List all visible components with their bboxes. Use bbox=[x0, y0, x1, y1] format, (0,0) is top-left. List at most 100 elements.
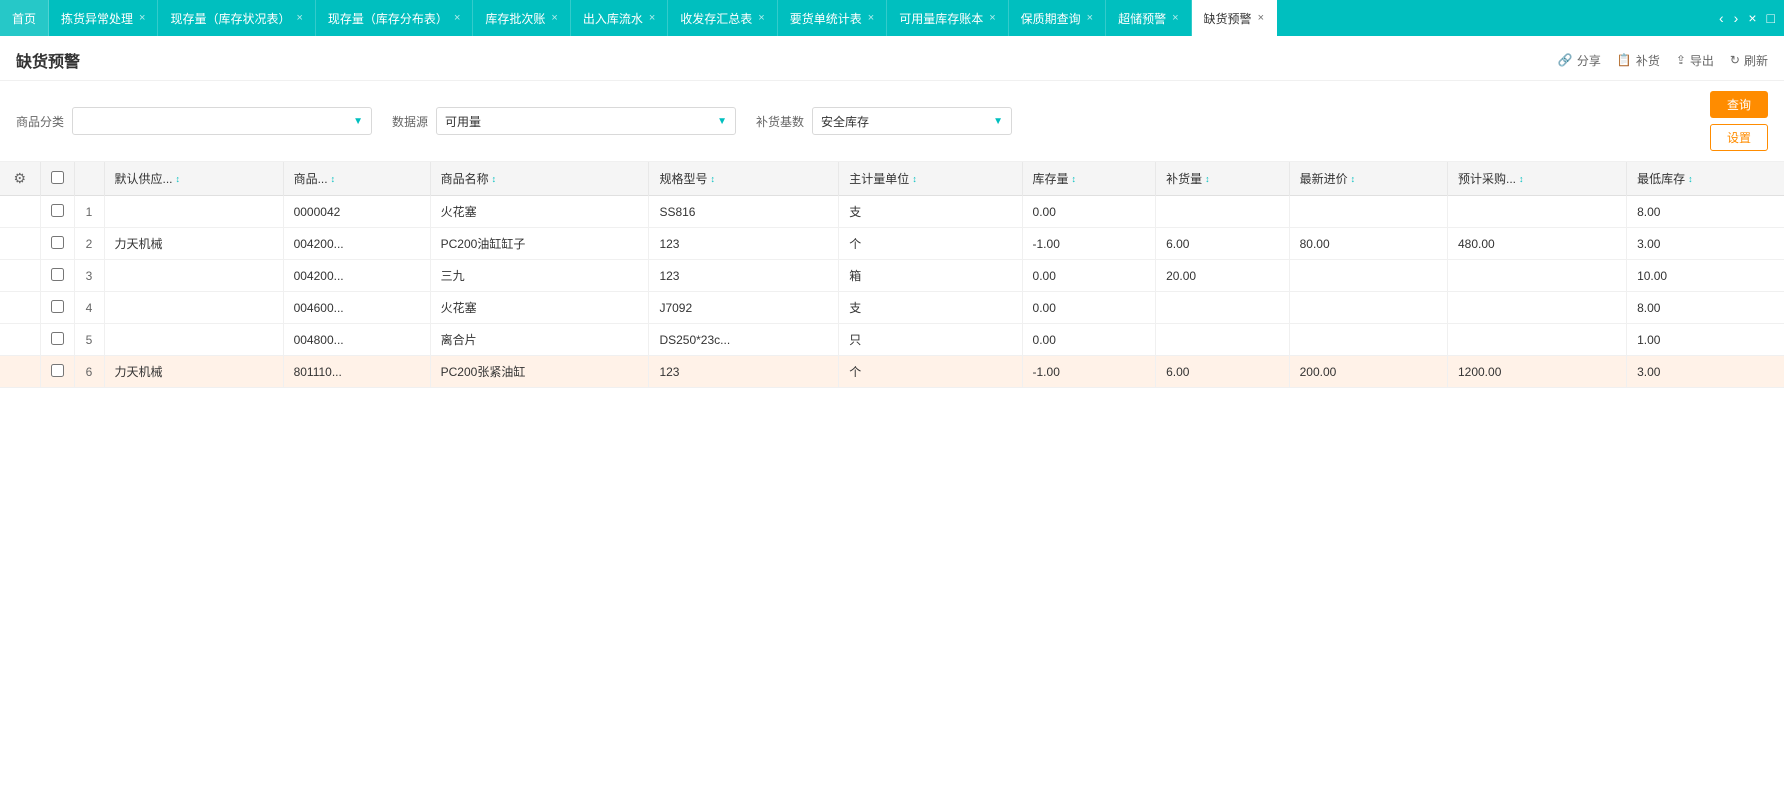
replenish-button[interactable]: 📋 补货 bbox=[1617, 52, 1660, 69]
row-checkbox[interactable] bbox=[51, 204, 64, 217]
row-product_name-cell: 三九 bbox=[430, 260, 649, 292]
row-latest_price-cell: 80.00 bbox=[1289, 228, 1447, 260]
category-select[interactable]: ▼ bbox=[72, 107, 372, 135]
filter-actions: 查询 设置 bbox=[1710, 91, 1768, 151]
row-estimated_purchase-cell bbox=[1447, 292, 1626, 324]
header-row: ⚙ 默认供应... ↕ 商品... bbox=[0, 162, 1784, 196]
scroll-left-btn[interactable]: ‹ bbox=[1714, 10, 1729, 26]
product-code-column-header[interactable]: 商品... ↕ bbox=[283, 162, 430, 196]
row-checkbox-cell[interactable] bbox=[40, 292, 74, 324]
page-title: 缺货预警 bbox=[16, 48, 80, 72]
row-unit-cell: 只 bbox=[839, 324, 1022, 356]
row-checkbox[interactable] bbox=[51, 332, 64, 345]
supplier-column-header[interactable]: 默认供应... ↕ bbox=[104, 162, 283, 196]
table-container[interactable]: ⚙ 默认供应... ↕ 商品... bbox=[0, 162, 1784, 796]
tab-inout-flow[interactable]: 出入库流水× bbox=[571, 0, 668, 36]
row-replenish-cell bbox=[1156, 292, 1290, 324]
tab-close-order-stats[interactable]: × bbox=[868, 12, 874, 24]
row-latest_price-cell: 200.00 bbox=[1289, 356, 1447, 388]
row-stock-cell: 0.00 bbox=[1022, 196, 1156, 228]
tab-close-available-ledger[interactable]: × bbox=[989, 12, 995, 24]
tab-close-inventory-dist[interactable]: × bbox=[454, 12, 460, 24]
tab-batch-account[interactable]: 库存批次账× bbox=[473, 0, 570, 36]
tab-abnormal[interactable]: 拣货异常处理× bbox=[49, 0, 158, 36]
row-stock-cell: 0.00 bbox=[1022, 324, 1156, 356]
stock-column-header[interactable]: 库存量 ↕ bbox=[1022, 162, 1156, 196]
row-number-cell: 2 bbox=[74, 228, 104, 260]
table-row[interactable]: 4004600...火花塞J7092支0.008.00 bbox=[0, 292, 1784, 324]
refresh-button[interactable]: ↻ 刷新 bbox=[1730, 52, 1768, 69]
estimated-purchase-sort-icon: ↕ bbox=[1519, 174, 1524, 184]
row-latest_price-cell bbox=[1289, 324, 1447, 356]
table-row[interactable]: 6力天机械801110...PC200张紧油缸123个-1.006.00200.… bbox=[0, 356, 1784, 388]
tab-order-stats[interactable]: 要货单统计表× bbox=[778, 0, 887, 36]
category-arrow-icon: ▼ bbox=[353, 116, 363, 127]
close-all-btn[interactable]: × bbox=[1743, 10, 1761, 26]
row-min_stock-cell: 3.00 bbox=[1627, 356, 1784, 388]
tab-close-receive-summary[interactable]: × bbox=[758, 12, 764, 24]
tab-inventory-status[interactable]: 现存量（库存状况表）× bbox=[158, 0, 315, 36]
row-unit-cell: 支 bbox=[839, 292, 1022, 324]
row-product_code-cell: 004200... bbox=[283, 228, 430, 260]
row-checkbox-cell[interactable] bbox=[40, 228, 74, 260]
tab-home[interactable]: 首页 bbox=[0, 0, 49, 36]
row-latest_price-cell bbox=[1289, 260, 1447, 292]
row-checkbox-cell[interactable] bbox=[40, 196, 74, 228]
row-checkbox[interactable] bbox=[51, 364, 64, 377]
row-replenish-cell bbox=[1156, 324, 1290, 356]
row-number-cell: 6 bbox=[74, 356, 104, 388]
table-row[interactable]: 5004800...离合片DS250*23c...只0.001.00 bbox=[0, 324, 1784, 356]
row-latest_price-cell bbox=[1289, 196, 1447, 228]
tab-expiry-query[interactable]: 保质期查询× bbox=[1009, 0, 1106, 36]
tab-shortage[interactable]: 缺货预警× bbox=[1192, 0, 1277, 36]
tab-available-ledger[interactable]: 可用量库存账本× bbox=[887, 0, 1008, 36]
tab-close-overstock[interactable]: × bbox=[1172, 12, 1178, 24]
min-stock-column-header[interactable]: 最低库存 ↕ bbox=[1627, 162, 1784, 196]
share-icon: 🔗 bbox=[1558, 53, 1573, 67]
row-checkbox-cell[interactable] bbox=[40, 356, 74, 388]
row-checkbox[interactable] bbox=[51, 236, 64, 249]
tab-close-expiry-query[interactable]: × bbox=[1087, 12, 1093, 24]
row-checkbox-cell[interactable] bbox=[40, 260, 74, 292]
tab-close-abnormal[interactable]: × bbox=[139, 12, 145, 24]
row-replenish-cell: 6.00 bbox=[1156, 228, 1290, 260]
row-checkbox[interactable] bbox=[51, 268, 64, 281]
share-button[interactable]: 🔗 分享 bbox=[1558, 52, 1601, 69]
settings-button[interactable]: 设置 bbox=[1710, 124, 1768, 151]
table-row[interactable]: 10000042火花塞SS816支0.008.00 bbox=[0, 196, 1784, 228]
estimated-purchase-column-header[interactable]: 预计采购... ↕ bbox=[1447, 162, 1626, 196]
tab-close-inventory-status[interactable]: × bbox=[296, 12, 302, 24]
latest-price-column-header[interactable]: 最新进价 ↕ bbox=[1289, 162, 1447, 196]
tab-inventory-dist[interactable]: 现存量（库存分布表）× bbox=[316, 0, 473, 36]
tab-receive-summary[interactable]: 收发存汇总表× bbox=[668, 0, 777, 36]
product-name-column-header[interactable]: 商品名称 ↕ bbox=[430, 162, 649, 196]
query-button[interactable]: 查询 bbox=[1710, 91, 1768, 118]
datasource-label: 数据源 bbox=[392, 113, 428, 130]
table-row[interactable]: 2力天机械004200...PC200油缸缸子123个-1.006.0080.0… bbox=[0, 228, 1784, 260]
fullscreen-btn[interactable]: □ bbox=[1762, 10, 1780, 26]
tab-close-shortage[interactable]: × bbox=[1258, 12, 1264, 24]
tab-close-inout-flow[interactable]: × bbox=[649, 12, 655, 24]
supplier-sort-icon: ↕ bbox=[176, 174, 181, 184]
row-product_name-cell: 火花塞 bbox=[430, 196, 649, 228]
replenish-basis-select[interactable]: 安全库存 ▼ bbox=[812, 107, 1012, 135]
datasource-select[interactable]: 可用量 ▼ bbox=[436, 107, 736, 135]
tab-overstock[interactable]: 超储预警× bbox=[1106, 0, 1191, 36]
spec-column-header[interactable]: 规格型号 ↕ bbox=[649, 162, 839, 196]
tab-close-batch-account[interactable]: × bbox=[551, 12, 557, 24]
replenish-column-header[interactable]: 补货量 ↕ bbox=[1156, 162, 1290, 196]
table-row[interactable]: 3004200...三九123箱0.0020.0010.00 bbox=[0, 260, 1784, 292]
unit-column-header[interactable]: 主计量单位 ↕ bbox=[839, 162, 1022, 196]
row-checkbox[interactable] bbox=[51, 300, 64, 313]
export-icon: ⇪ bbox=[1676, 53, 1686, 67]
export-button[interactable]: ⇪ 导出 bbox=[1676, 52, 1714, 69]
scroll-right-btn[interactable]: › bbox=[1729, 10, 1744, 26]
gear-icon[interactable]: ⚙ bbox=[13, 170, 26, 186]
settings-column-header[interactable]: ⚙ bbox=[0, 162, 40, 196]
select-all-checkbox[interactable] bbox=[51, 171, 64, 184]
row-min_stock-cell: 10.00 bbox=[1627, 260, 1784, 292]
row-checkbox-cell[interactable] bbox=[40, 324, 74, 356]
row-estimated_purchase-cell bbox=[1447, 324, 1626, 356]
checkbox-column-header[interactable] bbox=[40, 162, 74, 196]
row-min_stock-cell: 8.00 bbox=[1627, 292, 1784, 324]
